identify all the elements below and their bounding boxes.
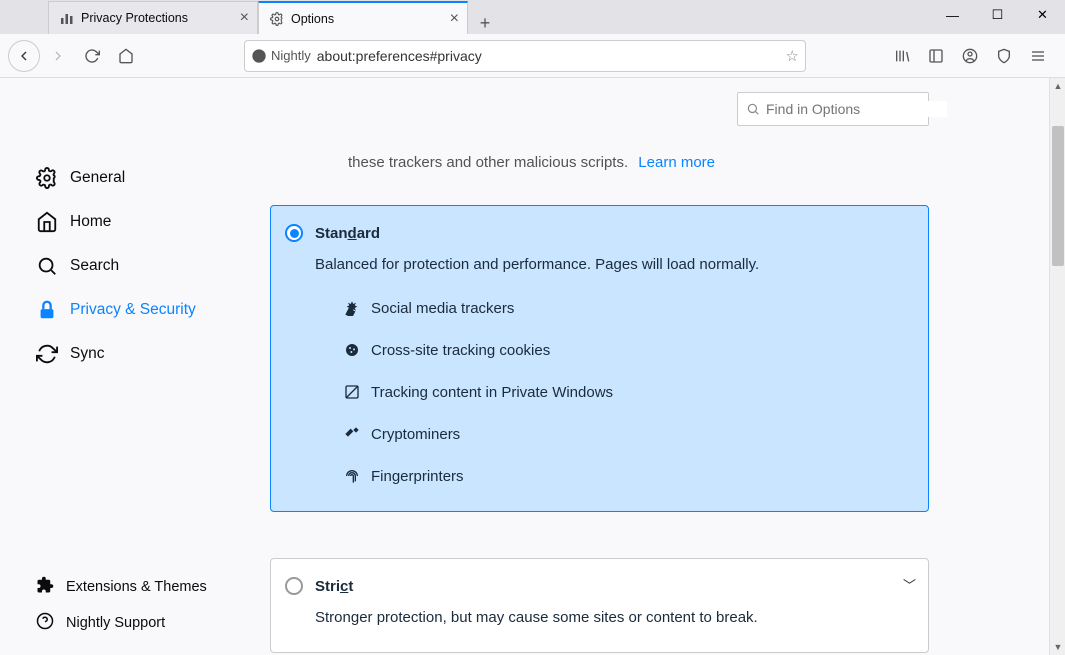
category-home[interactable]: Home bbox=[28, 200, 228, 244]
block-item-social: Social media trackers bbox=[343, 299, 914, 317]
option-desc-standard: Balanced for protection and performance.… bbox=[315, 256, 914, 273]
block-item-cookies: Cross-site tracking cookies bbox=[343, 341, 914, 359]
url-bar[interactable]: Nightly ☆ bbox=[244, 40, 806, 72]
fingerprinter-icon bbox=[343, 467, 361, 485]
scroll-down-button[interactable]: ▼ bbox=[1050, 639, 1065, 655]
block-item-fingerprinters: Fingerprinters bbox=[343, 467, 914, 485]
option-desc-strict: Stronger protection, but may cause some … bbox=[315, 609, 914, 626]
vertical-scrollbar[interactable]: ▲ ▼ bbox=[1049, 78, 1065, 655]
forward-button[interactable] bbox=[42, 40, 74, 72]
home-icon bbox=[36, 211, 58, 233]
window-controls: — ☐ ✕ bbox=[930, 0, 1065, 30]
gear-icon bbox=[269, 11, 285, 27]
link-label: Extensions & Themes bbox=[66, 579, 207, 595]
window-close-button[interactable]: ✕ bbox=[1020, 0, 1065, 30]
cookie-icon bbox=[343, 341, 361, 359]
main-content: these trackers and other malicious scrip… bbox=[270, 78, 929, 655]
back-button[interactable] bbox=[8, 40, 40, 72]
category-search[interactable]: Search bbox=[28, 244, 228, 288]
protection-option-strict[interactable]: Strict Stronger protection, but may caus… bbox=[270, 558, 929, 653]
bar-chart-icon bbox=[59, 10, 75, 26]
radio-standard[interactable] bbox=[285, 224, 303, 242]
preferences-page: General Home Search Privacy & Security bbox=[0, 78, 1049, 655]
option-title-strict: Strict bbox=[315, 578, 353, 595]
home-button[interactable] bbox=[110, 40, 142, 72]
scroll-up-button[interactable]: ▲ bbox=[1050, 78, 1065, 94]
tracking-intro-text: these trackers and other malicious scrip… bbox=[348, 154, 929, 171]
category-general[interactable]: General bbox=[28, 156, 228, 200]
scrollbar-thumb[interactable] bbox=[1052, 126, 1064, 266]
reload-button[interactable] bbox=[76, 40, 108, 72]
option-title-standard: Standard bbox=[315, 225, 380, 242]
window-maximize-button[interactable]: ☐ bbox=[975, 0, 1020, 30]
sidebar-icon[interactable] bbox=[921, 41, 951, 71]
sidebar-bottom-links: Extensions & Themes Nightly Support bbox=[28, 569, 258, 641]
tab-privacy-protections[interactable]: Privacy Protections × bbox=[48, 1, 258, 34]
tab-options[interactable]: Options × bbox=[258, 1, 468, 34]
identity-box[interactable]: Nightly bbox=[251, 48, 311, 64]
categories-sidebar: General Home Search Privacy & Security bbox=[28, 156, 228, 376]
shield-icon[interactable] bbox=[989, 41, 1019, 71]
category-label: Search bbox=[70, 257, 119, 275]
tracking-content-icon bbox=[343, 383, 361, 401]
lock-icon bbox=[36, 299, 58, 321]
tab-strip: Privacy Protections × Options × + bbox=[0, 0, 1065, 34]
category-sync[interactable]: Sync bbox=[28, 332, 228, 376]
tab-label: Privacy Protections bbox=[81, 11, 188, 25]
library-icon[interactable] bbox=[887, 41, 917, 71]
social-tracker-icon bbox=[343, 299, 361, 317]
nav-toolbar: Nightly ☆ bbox=[0, 34, 1065, 78]
category-label: Sync bbox=[70, 345, 104, 363]
category-label: General bbox=[70, 169, 125, 187]
category-privacy[interactable]: Privacy & Security bbox=[28, 288, 228, 332]
expand-strict-icon[interactable]: ﹀ bbox=[903, 575, 916, 594]
product-name: Nightly bbox=[271, 48, 311, 63]
tab-close-button[interactable]: × bbox=[240, 9, 249, 27]
sync-icon bbox=[36, 343, 58, 365]
radio-strict[interactable] bbox=[285, 577, 303, 595]
support-link[interactable]: Nightly Support bbox=[28, 605, 258, 641]
url-input[interactable] bbox=[317, 48, 780, 64]
puzzle-icon bbox=[36, 576, 54, 598]
category-label: Privacy & Security bbox=[70, 301, 196, 319]
account-icon[interactable] bbox=[955, 41, 985, 71]
protection-option-standard[interactable]: Standard Balanced for protection and per… bbox=[270, 205, 929, 512]
bookmark-star-icon[interactable]: ☆ bbox=[786, 47, 799, 65]
link-label: Nightly Support bbox=[66, 615, 165, 631]
learn-more-link[interactable]: Learn more bbox=[638, 154, 715, 171]
category-label: Home bbox=[70, 213, 111, 231]
extensions-themes-link[interactable]: Extensions & Themes bbox=[28, 569, 258, 605]
search-icon bbox=[36, 255, 58, 277]
app-menu-icon[interactable] bbox=[1023, 41, 1053, 71]
new-tab-button[interactable]: + bbox=[468, 13, 502, 34]
block-item-tracking-content: Tracking content in Private Windows bbox=[343, 383, 914, 401]
tab-label: Options bbox=[291, 12, 334, 26]
standard-block-list: Social media trackers Cross-site trackin… bbox=[343, 299, 914, 485]
window-minimize-button[interactable]: — bbox=[930, 0, 975, 30]
firefox-nightly-icon bbox=[251, 48, 267, 64]
help-icon bbox=[36, 612, 54, 634]
gear-icon bbox=[36, 167, 58, 189]
block-item-cryptominers: Cryptominers bbox=[343, 425, 914, 443]
cryptominer-icon bbox=[343, 425, 361, 443]
tab-close-button[interactable]: × bbox=[450, 10, 459, 28]
